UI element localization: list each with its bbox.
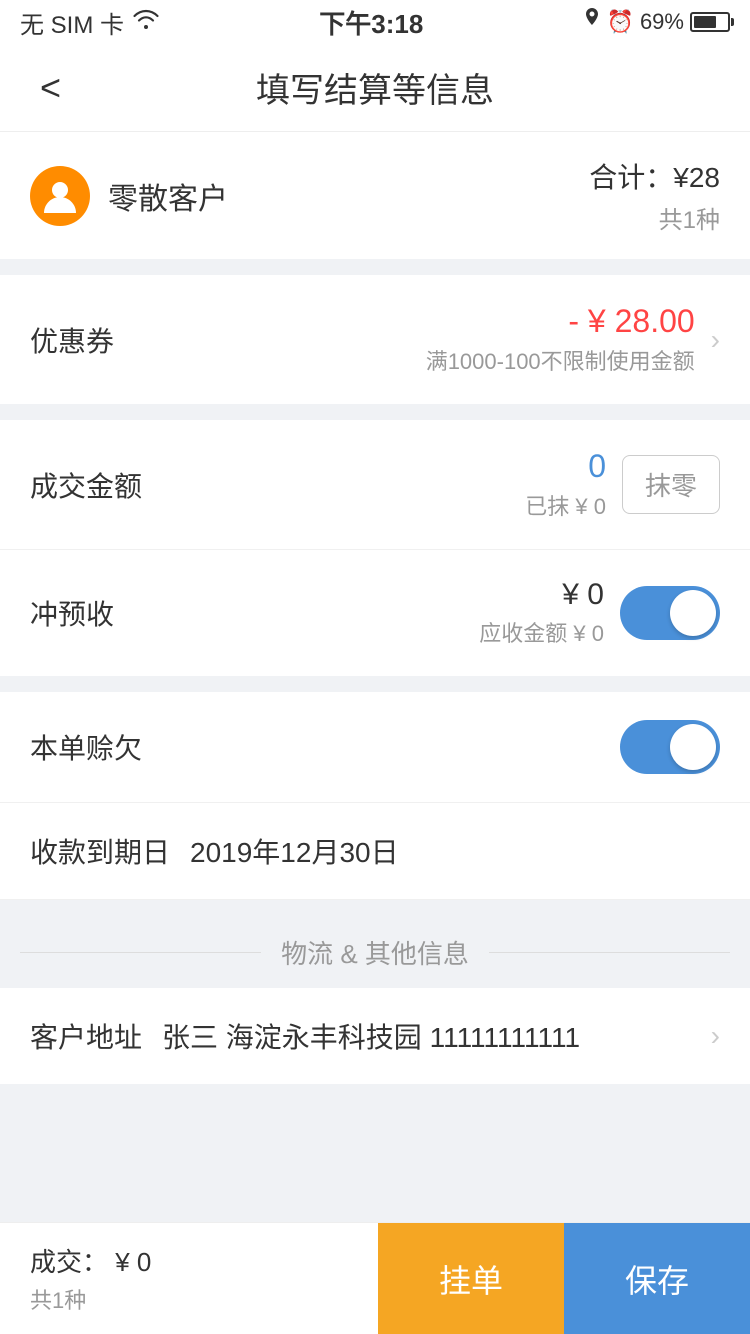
- prereceive-right: ¥ 0 应收金额 ¥ 0: [479, 578, 720, 648]
- address-value: 张三 海淀永丰科技园 11111111111: [162, 1016, 711, 1056]
- coupon-value: - ¥ 28.00 满1000-100不限制使用金额: [426, 303, 695, 376]
- debt-toggle[interactable]: [620, 720, 720, 774]
- bottom-summary-top: 成交： ¥ 0: [30, 1242, 348, 1279]
- customer-left: 零散客户: [30, 166, 228, 226]
- page-title: 填写结算等信息: [256, 63, 494, 112]
- prereceive-amount: ¥ 0: [479, 578, 604, 612]
- due-date-value: 2019年12月30日: [190, 831, 399, 871]
- transaction-amount-value-block: 0 已抹 ¥ 0: [525, 448, 606, 521]
- back-button[interactable]: <: [30, 57, 71, 119]
- debt-label: 本单赊欠: [30, 727, 142, 767]
- toggle-knob: [670, 590, 716, 636]
- status-time: 下午3:18: [319, 4, 423, 41]
- chevron-right-icon: ›: [711, 324, 720, 356]
- hold-button[interactable]: 挂单: [378, 1223, 564, 1334]
- transaction-amount-sub: 已抹 ¥ 0: [525, 489, 606, 521]
- status-left: 无 SIM 卡: [20, 5, 160, 40]
- coupon-label: 优惠券: [30, 320, 114, 360]
- customer-summary: 合计：¥28 共1种: [589, 156, 720, 235]
- transaction-amount-value: 0: [525, 448, 606, 485]
- alarm-icon: ⏰: [607, 9, 634, 35]
- due-date-label: 收款到期日: [30, 831, 170, 871]
- status-right: ⏰ 69%: [583, 8, 730, 36]
- header-line-right: [489, 952, 730, 953]
- debt-section: 本单赊欠 收款到期日 2019年12月30日: [0, 692, 750, 900]
- transaction-amount-label: 成交金额: [30, 465, 142, 505]
- prereceive-label: 冲预收: [30, 593, 114, 633]
- debt-toggle-knob: [670, 724, 716, 770]
- logistics-header-text: 物流 & 其他信息: [281, 934, 469, 971]
- prereceive-row: 冲预收 ¥ 0 应收金额 ¥ 0: [0, 550, 750, 676]
- transaction-amount-row: 成交金额 0 已抹 ¥ 0 抹零: [0, 420, 750, 550]
- transaction-amount-right: 0 已抹 ¥ 0 抹零: [525, 448, 720, 521]
- round-button[interactable]: 抹零: [622, 455, 720, 514]
- address-row[interactable]: 客户地址 张三 海淀永丰科技园 11111111111 ›: [0, 988, 750, 1084]
- coupon-right: - ¥ 28.00 满1000-100不限制使用金额 ›: [426, 303, 720, 376]
- bottom-summary: 成交： ¥ 0 共1种: [0, 1223, 378, 1334]
- status-bar: 无 SIM 卡 下午3:18 ⏰ 69%: [0, 0, 750, 44]
- bottom-bar: 成交： ¥ 0 共1种 挂单 保存: [0, 1222, 750, 1334]
- logistics-header: 物流 & 其他信息: [0, 916, 750, 988]
- nav-bar: < 填写结算等信息: [0, 44, 750, 132]
- amount-section: 成交金额 0 已抹 ¥ 0 抹零 冲预收 ¥ 0 应收金额 ¥ 0: [0, 420, 750, 676]
- debt-row: 本单赊欠: [0, 692, 750, 803]
- prereceive-value-block: ¥ 0 应收金额 ¥ 0: [479, 578, 604, 648]
- bottom-summary-sub: 共1种: [30, 1283, 348, 1315]
- prereceive-sub: 应收金额 ¥ 0: [479, 616, 604, 648]
- customer-name: 零散客户: [108, 174, 228, 218]
- header-line-left: [20, 952, 261, 953]
- carrier-label: 无 SIM 卡: [20, 5, 124, 40]
- debt-right: [620, 720, 720, 774]
- total-label: 合计：¥28: [589, 156, 720, 196]
- location-icon: [583, 8, 601, 36]
- coupon-amount: - ¥ 28.00: [426, 303, 695, 340]
- battery-percent: 69%: [640, 9, 684, 35]
- address-label: 客户地址: [30, 1016, 142, 1056]
- coupon-section: 优惠券 - ¥ 28.00 满1000-100不限制使用金额 ›: [0, 275, 750, 404]
- customer-row: 零散客户 合计：¥28 共1种: [0, 132, 750, 259]
- wifi-icon: [132, 8, 160, 36]
- save-button[interactable]: 保存: [564, 1223, 750, 1334]
- total-count: 共1种: [589, 200, 720, 235]
- coupon-desc: 满1000-100不限制使用金额: [426, 344, 695, 376]
- battery-icon: [690, 12, 730, 32]
- prereceive-toggle[interactable]: [620, 586, 720, 640]
- content: 零散客户 合计：¥28 共1种 优惠券 - ¥ 28.00 满1000-100不…: [0, 132, 750, 1204]
- avatar: [30, 166, 90, 226]
- due-date-row: 收款到期日 2019年12月30日: [0, 803, 750, 900]
- address-chevron-icon: ›: [711, 1020, 720, 1052]
- coupon-row[interactable]: 优惠券 - ¥ 28.00 满1000-100不限制使用金额 ›: [0, 275, 750, 404]
